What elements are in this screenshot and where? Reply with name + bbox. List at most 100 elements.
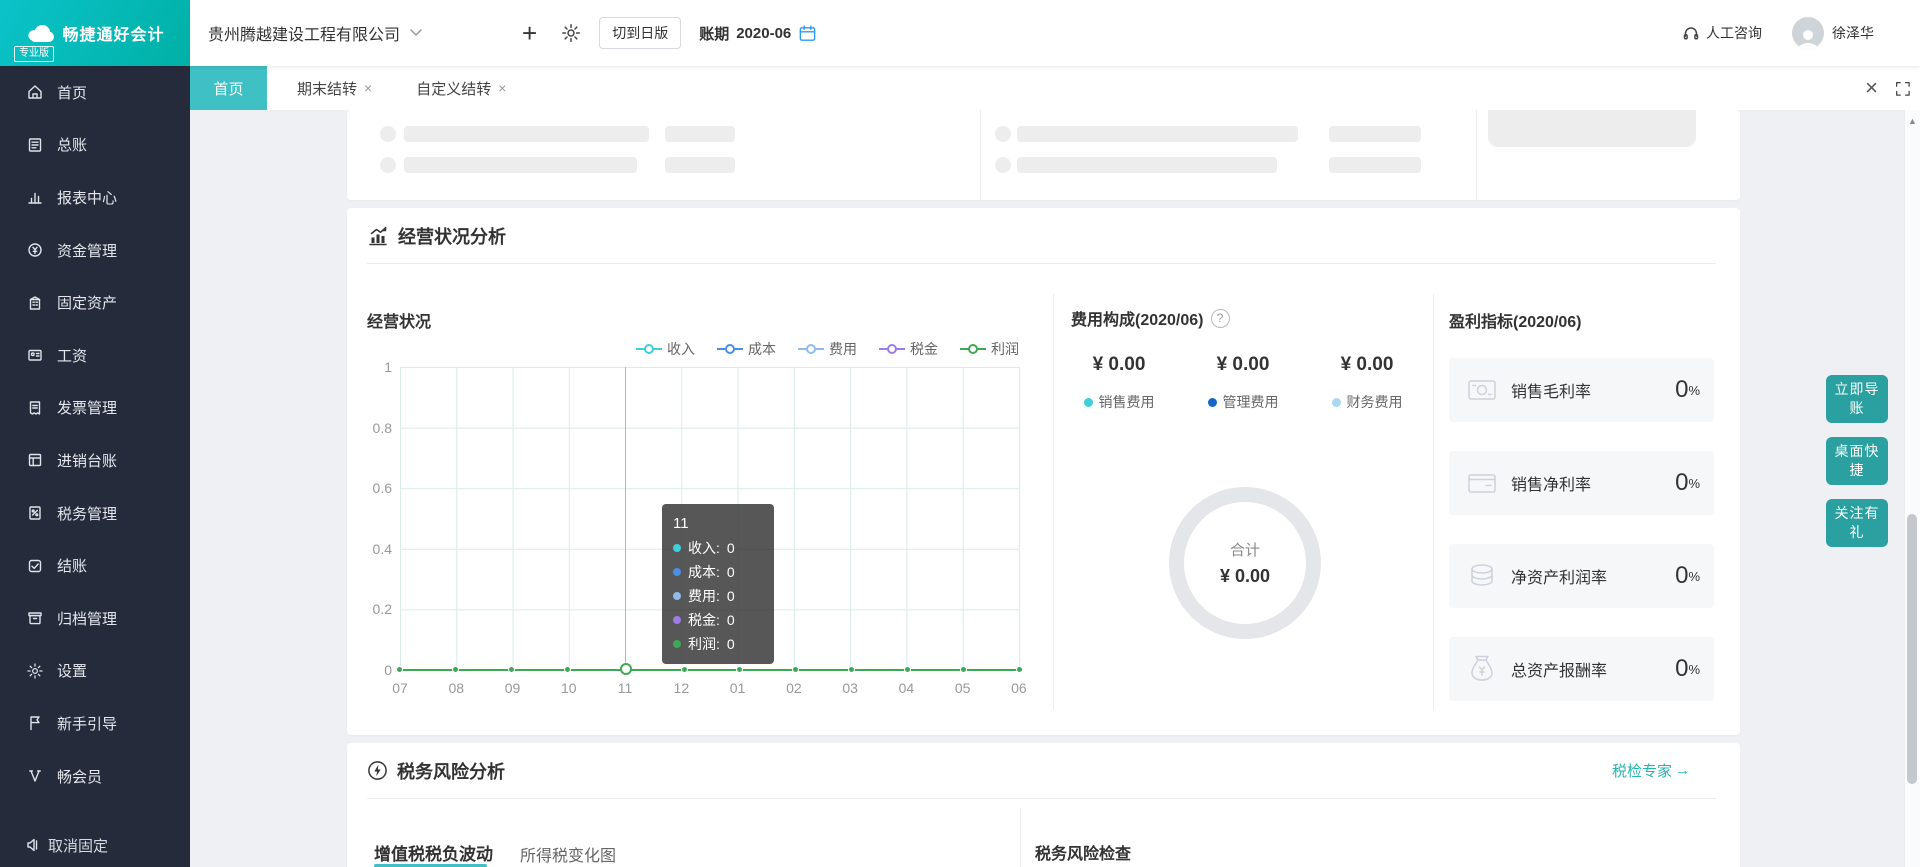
sidebar-item-invoice-management[interactable]: 发票管理 [0,382,190,435]
analysis-chart-icon [367,225,389,247]
help-icon[interactable]: ? [1210,308,1230,328]
tax-expert-link[interactable]: 税检专家 → [1612,760,1716,781]
sidebar-item-label: 工资 [57,347,88,365]
lightning-circle-icon [367,760,388,781]
profit-unit: % [1688,661,1700,677]
legend-item-profit[interactable]: 利润 [960,339,1019,359]
profit-unit: % [1688,568,1700,584]
skeleton-bar [665,157,735,173]
sidebar-item-fixed-assets[interactable]: 固定资产 [0,276,190,329]
sidebar-item-beginner-guide[interactable]: 新手引导 [0,697,190,750]
sidebar-item-closing[interactable]: 结账 [0,539,190,592]
business-card-title: 经营状况分析 [398,226,506,247]
sidebar-item-archive-management[interactable]: 归档管理 [0,592,190,645]
unpin-sidebar-button[interactable]: 取消固定 [0,823,190,867]
arrow-right-icon: → [1675,762,1690,779]
sidebar-item-tax-management[interactable]: 税务管理 [0,487,190,540]
banknote-icon [1463,372,1501,408]
sidebar-item-label: 归档管理 [57,610,118,628]
tooltip-title: 11 [673,515,689,532]
sidebar-item-home[interactable]: 首页 [0,66,190,119]
sidebar-item-purchase-sales-ledger[interactable]: 进销台账 [0,434,190,487]
scrollbar[interactable]: ▲ [1904,110,1920,867]
tab-period-end-transfer[interactable]: 期末结转 × [283,66,386,110]
legend-item-expense[interactable]: 费用 [798,339,857,359]
skeleton-bar [665,126,735,142]
scroll-up-arrow[interactable]: ▲ [1905,116,1920,126]
unpin-icon [24,837,40,853]
scrollbar-thumb[interactable] [1907,514,1917,784]
expense-section-title: 费用构成(2020/06) ? [1071,306,1230,330]
money-bag-icon [1463,651,1501,687]
sidebar-item-funds-management[interactable]: 资金管理 [0,224,190,277]
import-accounts-button[interactable]: 立即导账 [1826,375,1888,423]
header-right: 人工咨询 徐泽华 [1682,17,1874,49]
tab-custom-transfer[interactable]: 自定义结转 × [402,66,520,110]
close-icon[interactable]: × [498,80,506,96]
expense-legend: 销售费用 [1083,392,1155,412]
sidebar-item-label: 资金管理 [57,242,118,260]
expense-item-finance: ¥ 0.00 财务费用 [1331,354,1403,412]
company-selector[interactable]: 贵州腾越建设工程有限公司 [208,21,422,45]
sidebar-item-general-ledger[interactable]: 总账 [0,119,190,172]
tab-income-tax-change[interactable]: 所得税变化图 [520,842,616,866]
legend-item-cost[interactable]: 成本 [717,339,776,359]
calendar-icon[interactable] [798,24,817,43]
tab-home[interactable]: 首页 [190,66,267,110]
desktop-shortcut-button[interactable]: 桌面快捷 [1826,437,1888,485]
sidebar-item-label: 进销台账 [57,452,118,470]
profit-value: 0 [1675,562,1689,589]
expense-value: ¥ 0.00 [1216,354,1270,375]
legend-icon [879,344,905,354]
column-divider [1053,294,1054,710]
legend-item-tax[interactable]: 税金 [879,339,938,359]
sidebar-item-settings[interactable]: 设置 [0,645,190,698]
close-all-icon[interactable]: × [1865,77,1878,99]
fullscreen-icon[interactable] [1894,80,1910,96]
sidebar-item-membership[interactable]: 畅会员 [0,750,190,803]
support-link[interactable]: 人工咨询 [1682,23,1762,43]
legend-item-income[interactable]: 收入 [636,339,695,359]
follow-gift-button[interactable]: 关注有礼 [1826,499,1888,547]
profit-label: 总资产报酬率 [1511,663,1608,680]
expense-item-admin: ¥ 0.00 管理费用 [1207,354,1279,412]
username[interactable]: 徐泽华 [1832,23,1874,43]
brand-edition-badge: 专业版 [14,46,54,62]
chart-section-title: 经营状况 [367,314,432,331]
skeleton-card [347,110,1740,200]
period-label: 账期 [699,25,730,43]
sidebar-item-label: 首页 [57,84,88,102]
settings-gear-icon[interactable] [561,23,581,43]
money-circle-icon [26,241,44,259]
switch-version-button[interactable]: 切到日版 [599,17,682,49]
profit-value: 0 [1675,376,1689,403]
tab-label: 期末结转 [297,80,358,98]
expense-legend: 管理费用 [1207,392,1279,412]
accounting-period[interactable]: 账期 2020-06 [699,23,817,44]
percent-doc-icon [26,504,44,522]
legend-label: 税金 [910,341,938,357]
avatar[interactable] [1792,17,1824,49]
brand-cloud-icon [25,23,55,44]
sidebar-item-label: 结账 [57,558,88,576]
tooltip-row: 税金: 0 [673,608,763,632]
profit-indicator-gross-margin: 销售毛利率 0 % [1449,358,1714,422]
sidebar-item-payroll[interactable]: 工资 [0,329,190,382]
brand-name: 畅捷通好会计 [62,27,165,44]
brand-logo[interactable]: 畅捷通好会计 专业版 [0,0,190,66]
expense-values: ¥ 0.00 销售费用 ¥ 0.00 管理费用 ¥ 0.00 财务费用 [1057,354,1429,412]
add-button[interactable]: + [522,20,537,46]
tax-card-header: 税务风险分析 税检专家 → [367,743,1716,799]
profit-value: 0 [1675,469,1689,496]
skeleton-dot [380,157,396,173]
legend-label: 成本 [748,341,776,357]
y-axis-labels: 1 0.8 0.6 0.4 0.2 0 [372,359,392,678]
donut-total-label: 合计 [1229,542,1260,559]
close-icon[interactable]: × [364,80,372,96]
home-icon [26,83,44,101]
sidebar-item-report-center[interactable]: 报表中心 [0,171,190,224]
skeleton-bar [404,157,637,173]
profit-indicator-roe: 净资产利润率 0 % [1449,544,1714,608]
x-axis-labels: 07 08 09 10 11 12 01 02 03 04 05 06 [392,680,1027,696]
tab-vat-burden[interactable]: 增值税税负波动 [374,840,493,865]
